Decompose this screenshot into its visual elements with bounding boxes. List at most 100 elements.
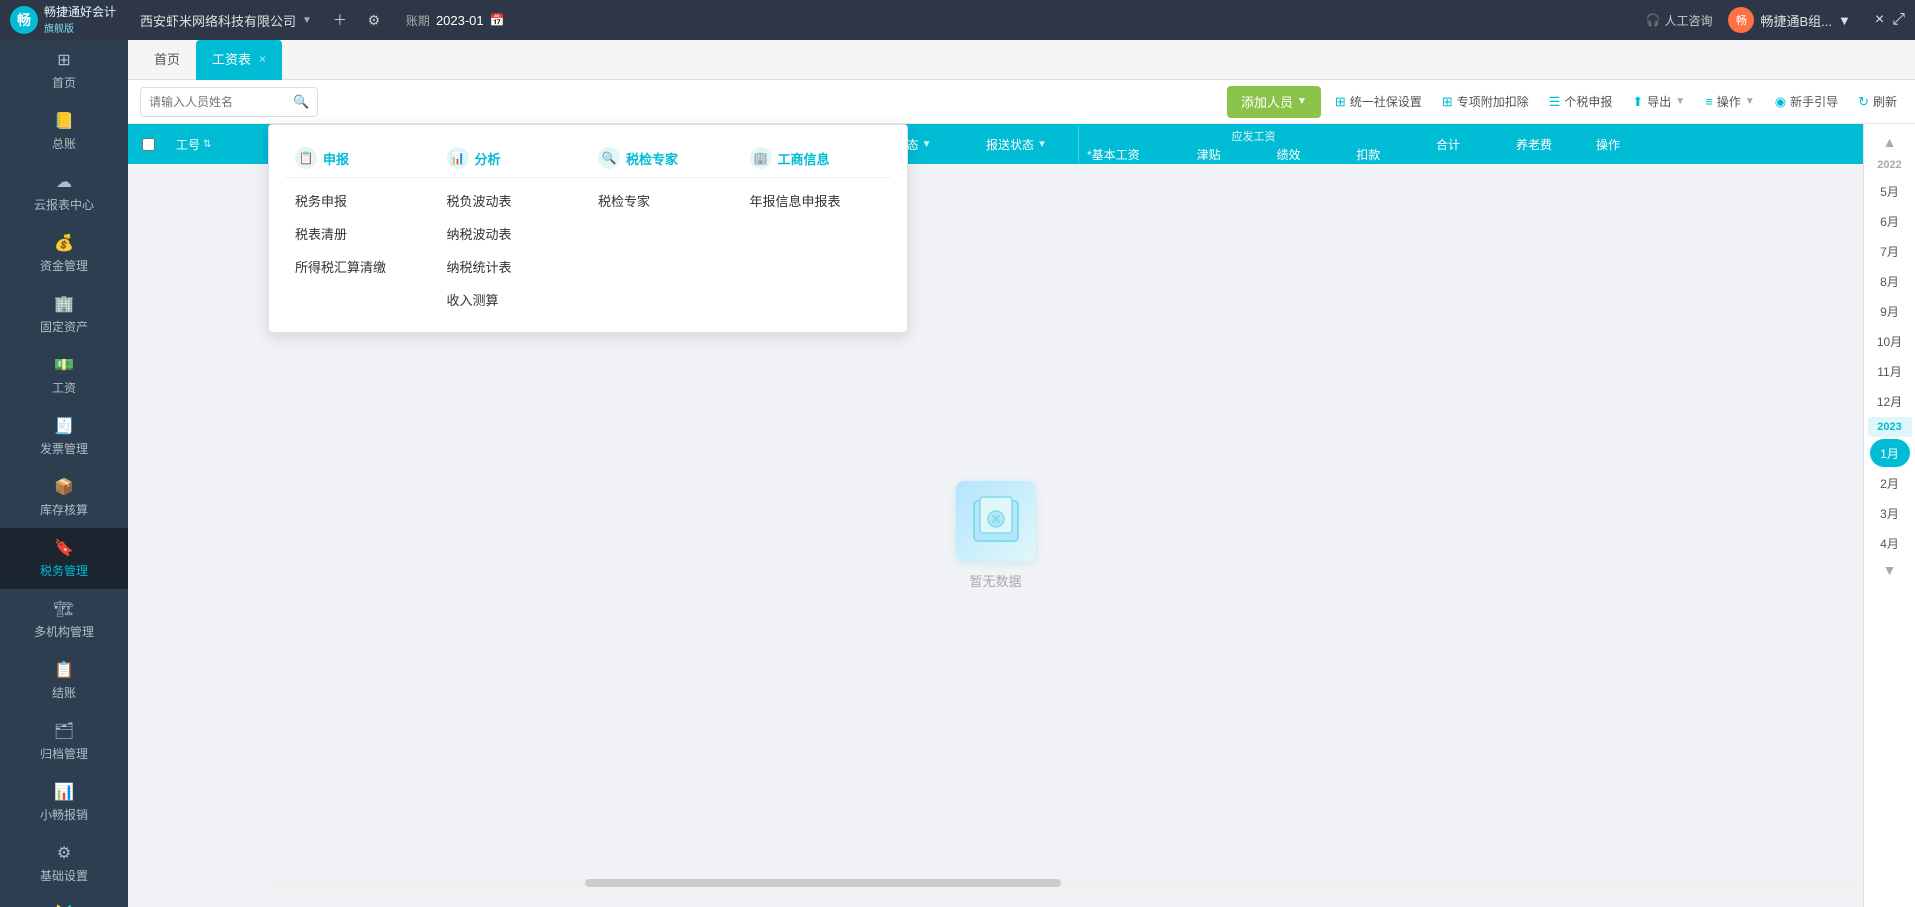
sidebar-item-close-acct[interactable]: 📋 结账 (0, 650, 128, 711)
popup-item-tax-expert[interactable]: 税检专家 (588, 184, 740, 217)
select-all-checkbox[interactable] (142, 138, 155, 151)
service-btn[interactable]: 🎧 人工咨询 (1645, 12, 1712, 29)
social-security-btn[interactable]: ⊞ 统一社保设置 (1329, 93, 1428, 110)
horizontal-scrollbar[interactable] (268, 879, 1855, 887)
cal-month-2022-06[interactable]: 6月 (1870, 207, 1910, 235)
popup-item-tax-payment-fluctuation[interactable]: 纳税波动表 (437, 217, 589, 250)
status-filter-icon[interactable]: ▼ (922, 139, 932, 150)
popup-menu: 📋 申报 税务申报 税表清册 所得税汇算清缴 📊 分析 税负波动表 (268, 124, 908, 333)
checkbox-all[interactable] (128, 138, 168, 151)
sidebar-label-close-acct: 结账 (52, 684, 76, 701)
search-wrap: 🔍 (140, 87, 318, 117)
popup-item-tax-stats[interactable]: 纳税统计表 (437, 250, 589, 283)
gonghu-sort-icon[interactable]: ⇅ (203, 139, 211, 150)
special-deduct-btn[interactable]: ⊞ 专项附加扣除 (1436, 93, 1535, 110)
declaration-icon: 📋 (295, 147, 317, 169)
popup-item-tax-table-clear[interactable]: 税表清册 (285, 217, 437, 250)
period-calendar-icon: 📅 (490, 13, 505, 27)
yf-group-label: 应发工资 (1232, 126, 1276, 146)
operation-btn[interactable]: ≡ 操作 ▼ (1699, 93, 1761, 110)
refresh-icon: ↻ (1858, 94, 1869, 110)
maximize-btn[interactable]: ⤢ (1892, 11, 1905, 29)
scroll-thumb[interactable] (585, 879, 1061, 887)
tax-expert-icon: 🔍 (598, 147, 620, 169)
cal-month-2022-09[interactable]: 9月 (1870, 297, 1910, 325)
report-status-filter-icon[interactable]: ▼ (1037, 139, 1047, 150)
user-chevron-icon: ▼ (1838, 13, 1851, 28)
tax-report-icon: ☰ (1549, 94, 1561, 110)
popup-item-annual-report[interactable]: 年报信息申报表 (740, 184, 892, 217)
company-selector[interactable]: 西安虾米网络科技有限公司 ▼ (140, 11, 312, 30)
cal-month-2022-11[interactable]: 11月 (1870, 357, 1910, 385)
top-bar-right: 🎧 人工咨询 畅 畅捷通B组... ▼ × ⤢ (1645, 7, 1905, 33)
period-value: 2023-01 (436, 13, 484, 28)
cal-month-2022-08[interactable]: 8月 (1870, 267, 1910, 295)
popup-item-tax-declare[interactable]: 税务申报 (285, 184, 437, 217)
search-input[interactable] (149, 95, 289, 109)
sidebar-item-salary[interactable]: 💵 工资 (0, 345, 128, 406)
sidebar-label-fund: 资金管理 (40, 257, 88, 274)
sidebar-item-tax[interactable]: 🔖 税务管理 (0, 528, 128, 589)
sidebar-item-home[interactable]: ⊞ 首页 (0, 40, 128, 101)
sidebar-item-ledger[interactable]: 📒 总账 (0, 101, 128, 162)
sidebar-item-report[interactable]: 📊 小畅报销 (0, 772, 128, 833)
cal-month-2023-02[interactable]: 2月 (1870, 469, 1910, 497)
cal-month-2023-04[interactable]: 4月 (1870, 529, 1910, 557)
popup-header-analysis: 📊 分析 (437, 141, 589, 178)
close-btn[interactable]: × (1875, 11, 1884, 29)
search-icon: 🔍 (293, 94, 309, 110)
sidebar-item-settings[interactable]: ⚙ 基础设置 (0, 833, 128, 894)
sidebar-item-multi[interactable]: 🏗 多机构管理 (0, 589, 128, 650)
cal-month-2022-10[interactable]: 10月 (1870, 327, 1910, 355)
cal-year-2023-label: 2023 (1868, 417, 1912, 437)
sidebar-item-fund[interactable]: 💰 资金管理 (0, 223, 128, 284)
guide-label: 新手引导 (1790, 93, 1838, 110)
sidebar-item-invoice[interactable]: 🧾 发票管理 (0, 406, 128, 467)
top-bar: 畅 畅捷通好会计 旗舰版 西安虾米网络科技有限公司 ▼ ＋ ⚙ 账期 2023-… (0, 0, 1915, 40)
sidebar-label-multi: 多机构管理 (34, 623, 94, 640)
cal-month-2023-01[interactable]: 1月 (1870, 439, 1910, 467)
guide-btn[interactable]: ◉ 新手引导 (1769, 93, 1844, 110)
period-selector[interactable]: 账期 2023-01 📅 (406, 12, 505, 29)
sidebar-item-archive[interactable]: 🗂 归档管理 (0, 711, 128, 772)
add-person-btn[interactable]: 添加人员 ▼ (1227, 86, 1321, 118)
main-content: 首页 工资表 × 🔍 添加人员 ▼ ⊞ (128, 40, 1915, 907)
declaration-title: 申报 (323, 149, 349, 168)
cal-month-2022-07[interactable]: 7月 (1870, 237, 1910, 265)
popup-header-biz-info: 🏢 工商信息 (740, 141, 892, 178)
top-bar-action-btns: ＋ ⚙ (328, 8, 386, 32)
popup-grid: 📋 申报 税务申报 税表清册 所得税汇算清缴 📊 分析 税负波动表 (285, 141, 891, 316)
archive-icon: 🗂 (54, 721, 74, 741)
assets-icon: 🏢 (54, 294, 74, 314)
sidebar-item-guide[interactable]: 🔰 新手引导 (0, 894, 128, 907)
export-btn[interactable]: ⬆ 导出 ▼ (1626, 93, 1691, 110)
popup-item-income-estimation[interactable]: 收入测算 (437, 283, 589, 316)
cal-month-2022-12[interactable]: 12月 (1870, 387, 1910, 415)
th-perf: 绩效 (1268, 146, 1348, 163)
cal-month-2022-05[interactable]: 5月 (1870, 177, 1910, 205)
popup-item-tax-burden-fluctuation[interactable]: 税负波动表 (437, 184, 589, 217)
cal-up-btn[interactable]: ▲ (1870, 130, 1910, 154)
tab-salary-table[interactable]: 工资表 × (196, 40, 282, 80)
tab-close-icon[interactable]: × (259, 52, 266, 66)
user-area[interactable]: 畅 畅捷通B组... ▼ (1728, 7, 1850, 33)
cal-down-btn[interactable]: ▼ (1870, 558, 1910, 582)
fund-icon: 💰 (54, 233, 74, 253)
sidebar-label-salary: 工资 (52, 379, 76, 396)
report-icon: 📊 (54, 782, 74, 802)
sidebar-item-cloud[interactable]: ☁ 云报表中心 (0, 162, 128, 223)
refresh-btn[interactable]: ↻ 刷新 (1852, 93, 1903, 110)
th-allowance: 津贴 (1189, 146, 1269, 163)
cal-year-2022-label: 2022 (1870, 155, 1910, 175)
logo-text-area: 畅捷通好会计 旗舰版 (44, 5, 116, 34)
popup-item-income-tax-settle[interactable]: 所得税汇算清缴 (285, 250, 437, 283)
yf-subheaders: *基本工资 津贴 绩效 扣款 (1079, 146, 1428, 163)
sidebar-item-assets[interactable]: 🏢 固定资产 (0, 284, 128, 345)
settings-btn[interactable]: ⚙ (362, 8, 386, 32)
add-company-btn[interactable]: ＋ (328, 8, 352, 32)
tax-report-btn[interactable]: ☰ 个税申报 (1543, 93, 1619, 110)
cal-month-2023-03[interactable]: 3月 (1870, 499, 1910, 527)
sidebar-item-inventory[interactable]: 📦 库存核算 (0, 467, 128, 528)
tab-home[interactable]: 首页 (138, 40, 196, 80)
company-chevron-icon: ▼ (302, 15, 312, 26)
